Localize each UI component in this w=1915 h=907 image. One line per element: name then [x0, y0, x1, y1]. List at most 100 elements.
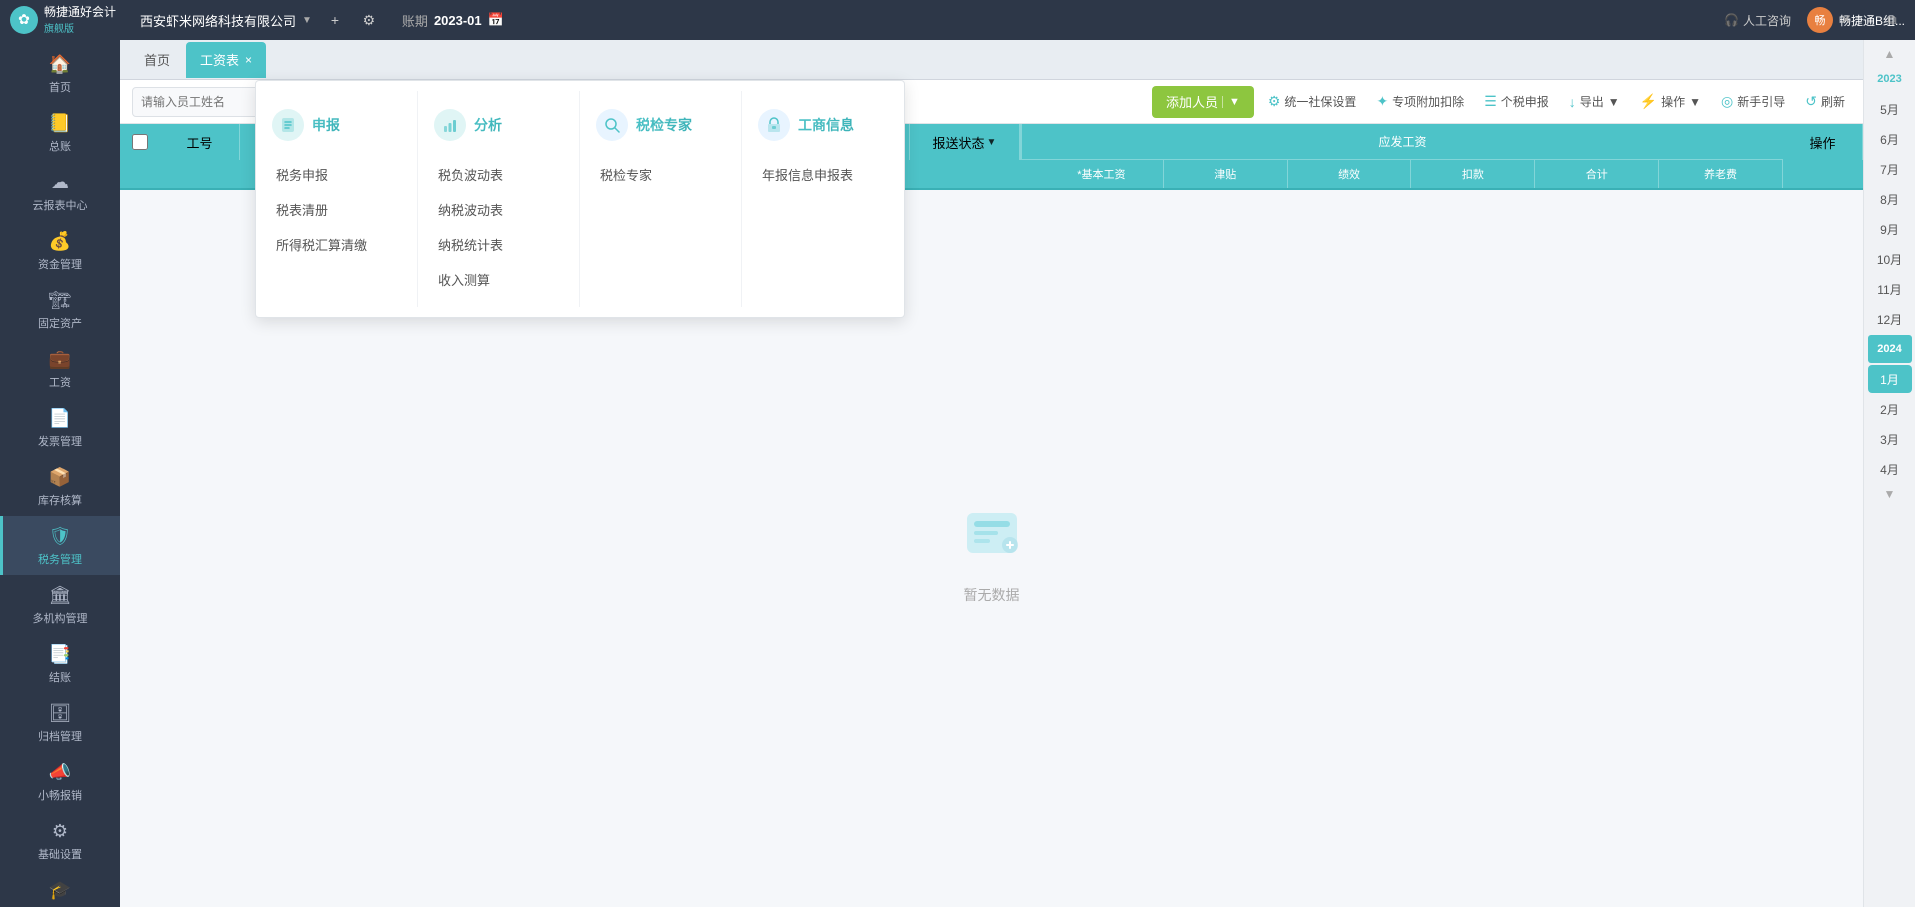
sidebar-item-ledger[interactable]: 📒 总账	[0, 103, 120, 162]
close-window-btn[interactable]: ✕	[1823, 0, 1869, 40]
th-total: 合计	[1535, 160, 1659, 188]
sidebar-item-archive[interactable]: 🗄 归档管理	[0, 693, 120, 752]
company-selector[interactable]: 西安虾米网络科技有限公司 ▼	[140, 11, 312, 30]
special-deduction-btn[interactable]: ✦ 专项附加扣除	[1370, 93, 1470, 110]
dropdown-item-annual-settlement[interactable]: 所得税汇算清缴	[272, 227, 401, 262]
refresh-icon: ↺	[1805, 93, 1817, 110]
date-nav-down-btn[interactable]: ▼	[1876, 484, 1904, 504]
th-employee-id: 工号	[160, 124, 240, 160]
tab-close-btn[interactable]: ×	[245, 53, 252, 67]
guide-toolbar-icon: ◎	[1721, 93, 1733, 110]
content-area: 首页 工资表 × 🔍 添加人员 ▼ ⚙ 统一社保设置 ✦	[120, 40, 1863, 907]
sidebar-item-payroll[interactable]: 💼 工资	[0, 339, 120, 398]
sidebar-item-cloud[interactable]: ☁ 云报表中心	[0, 162, 120, 221]
guide-label: 新手引导	[1737, 93, 1785, 110]
dropdown-item-income-calc[interactable]: 收入测算	[434, 262, 563, 297]
dropdown-item-tax-expert[interactable]: 税检专家	[596, 157, 725, 192]
tab-home[interactable]: 首页	[130, 42, 184, 78]
dropdown-item-tax-stats[interactable]: 纳税统计表	[434, 227, 563, 262]
report-cat-label: 申报	[312, 115, 340, 135]
date-month-jan-2024[interactable]: 1月	[1868, 365, 1912, 393]
invoice-icon: 📄	[49, 408, 71, 429]
dropdown-item-tax-report[interactable]: 税务申报	[272, 157, 401, 192]
tax-report-label: 个税申报	[1501, 93, 1549, 110]
sidebar-item-close[interactable]: 📑 结账	[0, 634, 120, 693]
archive-icon: 🗄	[49, 703, 72, 724]
date-month-mar-2024[interactable]: 3月	[1868, 425, 1912, 453]
app-sub: 旗舰版	[44, 20, 116, 35]
add-employee-btn[interactable]: 添加人员 ▼	[1152, 86, 1254, 118]
date-month-nov-2023[interactable]: 11月	[1868, 275, 1912, 303]
sidebar-item-fund[interactable]: 💰 资金管理	[0, 221, 120, 280]
date-month-may-2023[interactable]: 5月	[1868, 95, 1912, 123]
sidebar-item-assets[interactable]: 🏗 固定资产	[0, 280, 120, 339]
tax-report-btn[interactable]: ☰ 个税申报	[1478, 93, 1555, 110]
support-btn[interactable]: 🎧 人工咨询	[1724, 12, 1791, 29]
dropdown-item-tax-table[interactable]: 税表清册	[272, 192, 401, 227]
add-btn-dropdown-icon[interactable]: ▼	[1222, 96, 1240, 108]
select-all-checkbox[interactable]	[132, 134, 148, 150]
wage-sub-headers: *基本工资 津贴 绩效 扣款 合计 养老费	[1040, 160, 1783, 188]
refresh-btn[interactable]: ↺ 刷新	[1799, 93, 1851, 110]
date-month-jun-2023[interactable]: 6月	[1868, 125, 1912, 153]
th-report-status: 报送状态 ▼	[910, 124, 1020, 160]
assets-icon: 🏗	[49, 290, 72, 311]
dropdown-cat-tax-expert: 税检专家	[596, 101, 725, 153]
logo-area: ✿ 畅捷通好会计 旗舰版	[10, 5, 130, 34]
sidebar-item-settings[interactable]: ⚙ 基础设置	[0, 811, 120, 870]
date-month-aug-2023[interactable]: 8月	[1868, 185, 1912, 213]
close-icon: 📑	[49, 644, 71, 665]
date-nav-up-btn[interactable]: ▲	[1876, 44, 1904, 64]
date-month-feb-2024[interactable]: 2月	[1868, 395, 1912, 423]
top-header: ✿ 畅捷通好会计 旗舰版 西安虾米网络科技有限公司 ▼ + ⚙ 账期 2023-…	[0, 0, 1915, 40]
export-btn[interactable]: ↓ 导出 ▼	[1563, 93, 1626, 110]
dropdown-menu: 申报 税务申报 税表清册 所得税汇算清缴	[255, 80, 905, 318]
period-value: 2023-01	[434, 13, 482, 28]
date-year-2024: 2024	[1868, 335, 1912, 363]
settings-icon[interactable]: ⚙	[356, 7, 382, 33]
sidebar-item-home[interactable]: 🏠 首页	[0, 44, 120, 103]
sidebar-item-guide[interactable]: 🎓 新手引导	[0, 870, 120, 907]
tab-payroll[interactable]: 工资表 ×	[186, 42, 266, 78]
th2-check-spacer	[120, 160, 160, 188]
th-deduction: 扣款	[1411, 160, 1535, 188]
sidebar-item-inventory[interactable]: 📦 库存核算	[0, 457, 120, 516]
special-deduction-label: 专项附加扣除	[1392, 93, 1464, 110]
dropdown-col-tax-expert: 税检专家 税检专家	[580, 91, 742, 307]
th-allowance: 津贴	[1164, 160, 1288, 188]
add-company-btn[interactable]: +	[322, 7, 348, 33]
date-month-sep-2023[interactable]: 9月	[1868, 215, 1912, 243]
social-insurance-btn[interactable]: ⚙ 统一社保设置	[1262, 93, 1363, 110]
th-checkbox-cell	[120, 124, 160, 160]
report-filter-icon[interactable]: ▼	[987, 137, 997, 148]
sidebar-item-expense[interactable]: 📣 小畅报销	[0, 752, 120, 811]
export-icon: ↓	[1569, 94, 1576, 110]
headset-icon: 🎧	[1724, 13, 1739, 27]
multi-org-icon: 🏛	[49, 585, 72, 606]
add-btn-label: 添加人员	[1166, 92, 1218, 111]
dropdown-item-tax-burden[interactable]: 税负波动表	[434, 157, 563, 192]
dropdown-item-annual-report[interactable]: 年报信息申报表	[758, 157, 888, 192]
analysis-cat-icon	[434, 109, 466, 141]
home-icon: 🏠	[49, 54, 71, 75]
th-performance: 绩效	[1288, 160, 1412, 188]
sidebar-item-invoice[interactable]: 📄 发票管理	[0, 398, 120, 457]
date-month-oct-2023[interactable]: 10月	[1868, 245, 1912, 273]
restore-window-btn[interactable]: ⧉	[1869, 0, 1915, 40]
date-month-dec-2023[interactable]: 12月	[1868, 305, 1912, 333]
analysis-cat-label: 分析	[474, 115, 502, 135]
dropdown-col-business: 工商信息 年报信息申报表	[742, 91, 904, 307]
tax-report-icon: ☰	[1484, 93, 1497, 110]
date-year-2023: 2023	[1868, 65, 1912, 93]
main-layout: 🏠 首页 📒 总账 ☁ 云报表中心 💰 资金管理 🏗 固定资产 💼 工资 📄 发…	[0, 40, 1915, 907]
date-month-apr-2024[interactable]: 4月	[1868, 455, 1912, 483]
sidebar-item-tax[interactable]: 🛡 税务管理	[0, 516, 120, 575]
operation-btn[interactable]: ⚡ 操作 ▼	[1634, 93, 1707, 110]
guide-btn[interactable]: ◎ 新手引导	[1715, 93, 1791, 110]
dropdown-item-tax-fluctuation[interactable]: 纳税波动表	[434, 192, 563, 227]
sidebar-item-multi-org[interactable]: 🏛 多机构管理	[0, 575, 120, 634]
calendar-icon[interactable]: 📅	[488, 12, 504, 28]
company-dropdown-icon: ▼	[302, 15, 312, 26]
date-month-jul-2023[interactable]: 7月	[1868, 155, 1912, 183]
dropdown-cat-analysis: 分析	[434, 101, 563, 153]
